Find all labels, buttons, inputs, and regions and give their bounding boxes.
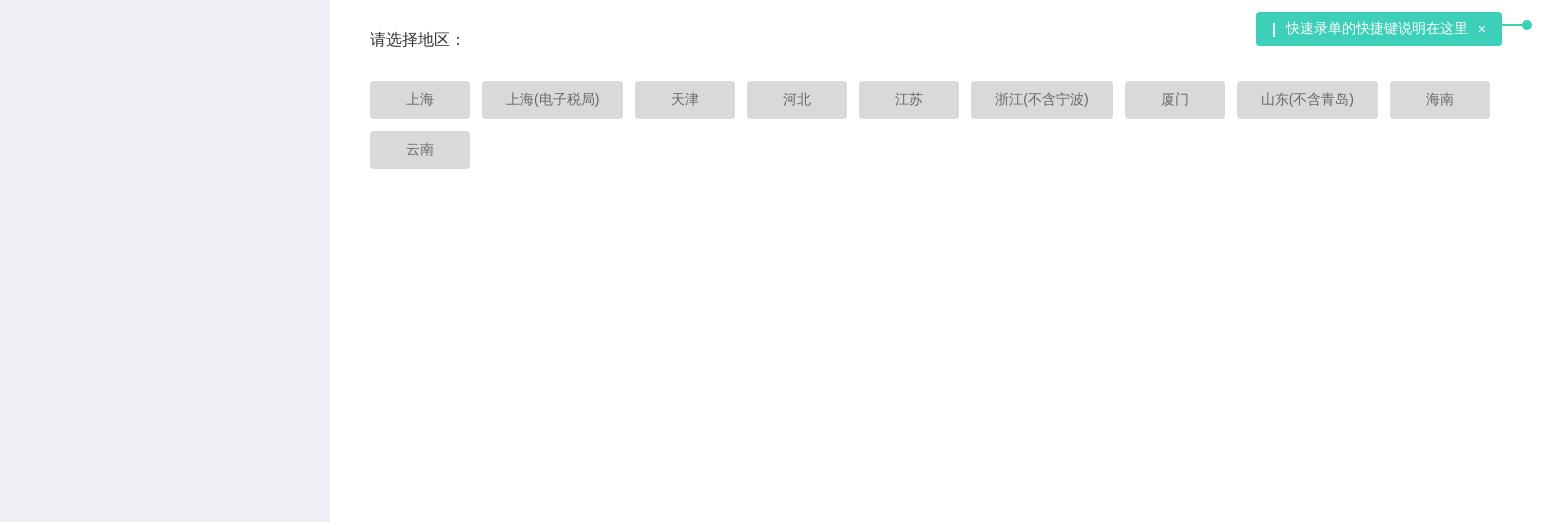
tooltip-close-button[interactable]: × xyxy=(1478,22,1486,36)
region-btn-yunnan[interactable]: 云南 xyxy=(370,131,470,169)
main-content: 请选择地区： 上海上海(电子税局)天津河北江苏浙江(不含宁波)厦门山东(不含青岛… xyxy=(330,0,1562,522)
tooltip-dot xyxy=(1522,20,1532,30)
region-btn-tianjin[interactable]: 天津 xyxy=(635,81,735,119)
region-btn-xiamen[interactable]: 厦门 xyxy=(1125,81,1225,119)
region-btn-hebei[interactable]: 河北 xyxy=(747,81,847,119)
region-btn-hainan[interactable]: 海南 xyxy=(1390,81,1490,119)
tooltip-text: 快速录单的快捷键说明在这里 xyxy=(1286,20,1468,38)
region-btn-zhejiang[interactable]: 浙江(不含宁波) xyxy=(971,81,1112,119)
region-buttons-container: 上海上海(电子税局) 天津河北江苏浙江(不含宁波) 厦门山东(不含青岛) 海南云南 xyxy=(370,81,1522,169)
region-btn-jiangsu[interactable]: 江苏 xyxy=(859,81,959,119)
region-btn-shanghai-etax[interactable]: 上海(电子税局) xyxy=(482,81,623,119)
region-btn-shanghai[interactable]: 上海 xyxy=(370,81,470,119)
region-btn-shandong[interactable]: 山东(不含青岛) xyxy=(1237,81,1378,119)
tooltip-popup: 快速录单的快捷键说明在这里 × xyxy=(1256,12,1502,46)
sidebar xyxy=(0,0,330,522)
